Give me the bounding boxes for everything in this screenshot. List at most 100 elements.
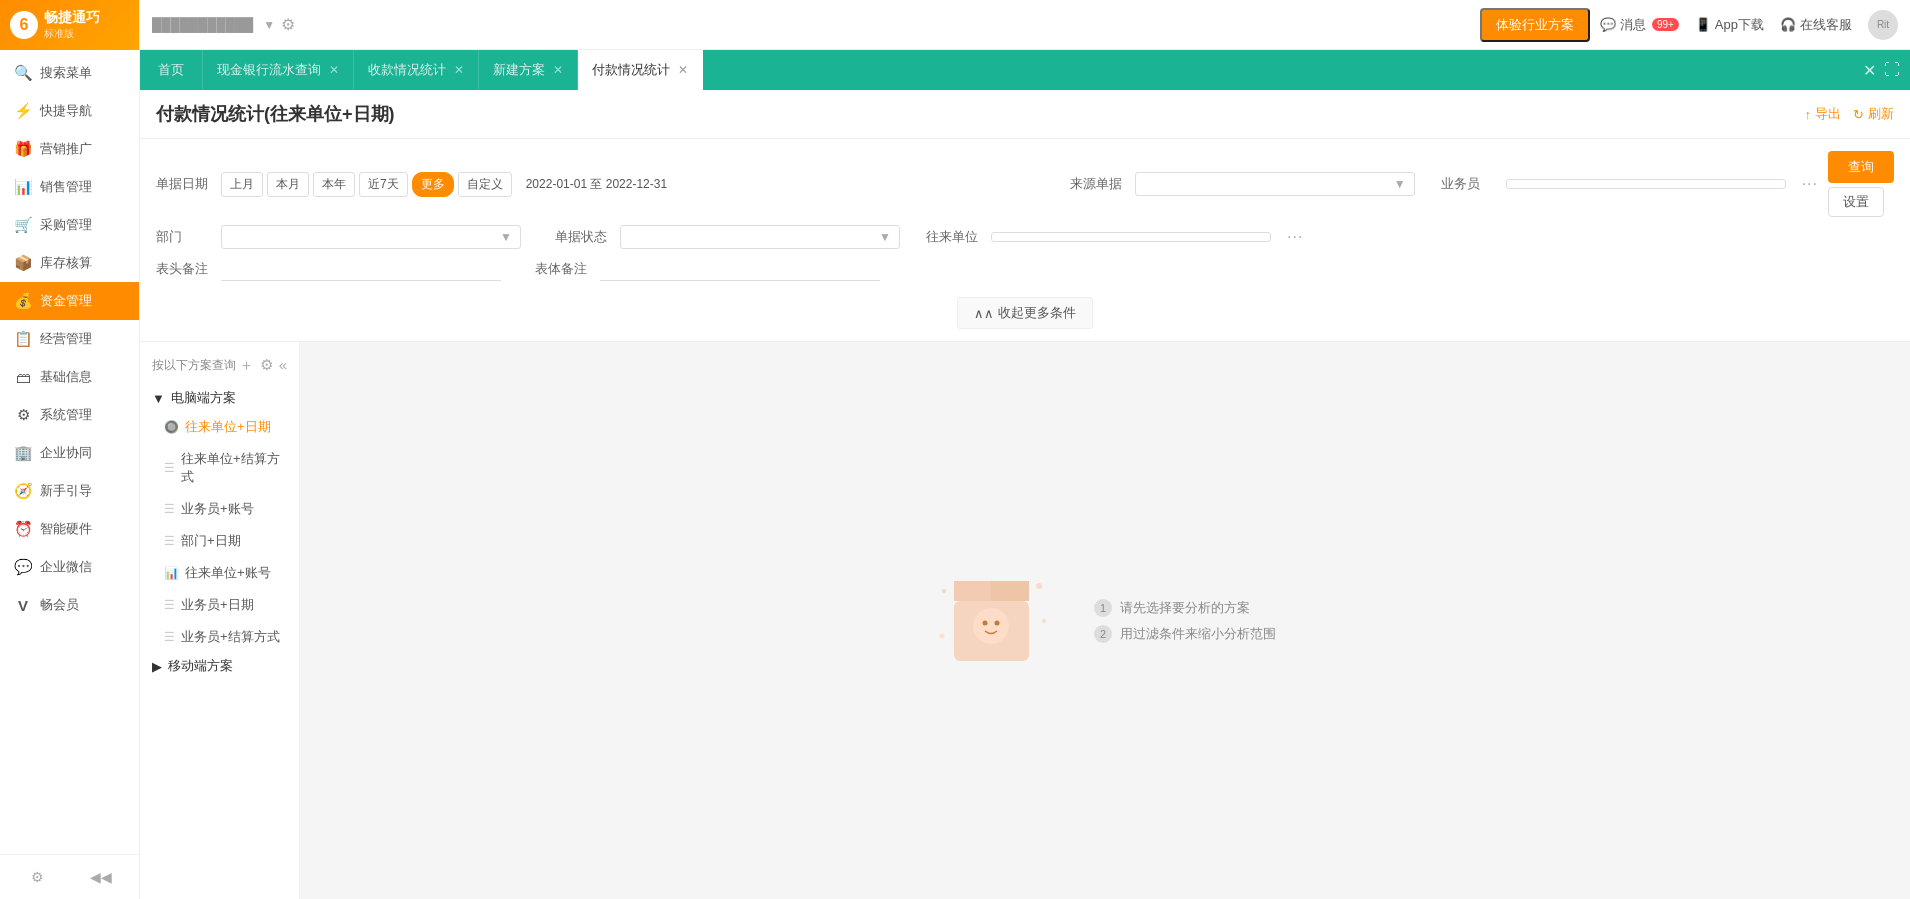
date-range-display: 2022-01-01 至 2022-12-31	[526, 176, 667, 193]
salesperson-select[interactable]	[1506, 179, 1786, 189]
sidebar-item-operations[interactable]: 📋 经营管理	[0, 320, 139, 358]
tab-home[interactable]: 首页	[140, 50, 203, 90]
tab-receipt-stats-close[interactable]: ✕	[454, 63, 464, 77]
date-btn-custom[interactable]: 自定义	[458, 172, 512, 197]
date-btn-this-year[interactable]: 本年	[313, 172, 355, 197]
basic-info-icon: 🗃	[14, 369, 32, 386]
trial-btn[interactable]: 体验行业方案	[1480, 8, 1590, 42]
salesperson-more-icon[interactable]: ···	[1802, 175, 1818, 193]
sidebar-item-hardware[interactable]: ⏰ 智能硬件	[0, 510, 139, 548]
tab-new-plan[interactable]: 新建方案 ✕	[479, 50, 578, 90]
sidebar-item-weixin[interactable]: 💬 企业微信	[0, 548, 139, 586]
scheme-item-radio-icon: 🔘	[164, 420, 179, 434]
scheme-item-salesperson-account[interactable]: ☰ 业务员+账号	[140, 493, 299, 525]
sidebar-item-marketing[interactable]: 🎁 营销推广	[0, 130, 139, 168]
dropdown-icon[interactable]: ▼	[263, 18, 275, 32]
scheme-section-desktop[interactable]: ▼ 电脑端方案	[140, 385, 299, 411]
top-gear-icon[interactable]: ⚙	[281, 15, 295, 34]
user-avatar[interactable]: Rit	[1868, 10, 1898, 40]
member-icon: V	[14, 597, 32, 614]
top-header-actions: 💬 消息 99+ 📱 App下载 🎧 在线客服 Rit	[1600, 10, 1898, 40]
tab-new-plan-label: 新建方案	[493, 61, 545, 79]
header-note-input[interactable]	[221, 257, 501, 281]
doc-status-select[interactable]: ▼	[620, 225, 900, 249]
body-note-input[interactable]	[600, 257, 880, 281]
date-buttons: 上月 本月 本年 近7天 更多 自定义	[221, 172, 512, 197]
funds-label: 资金管理	[40, 292, 92, 310]
purchase-icon: 🛒	[14, 216, 32, 234]
query-btn[interactable]: 查询	[1828, 151, 1894, 183]
source-label: 来源单据	[1070, 175, 1125, 193]
online-service-label: 在线客服	[1800, 16, 1852, 34]
sidebar-item-inventory[interactable]: 📦 库存核算	[0, 244, 139, 282]
messages-action[interactable]: 💬 消息 99+	[1600, 16, 1679, 34]
scheme-item-salesperson-date[interactable]: ☰ 业务员+日期	[140, 589, 299, 621]
refresh-icon: ↻	[1853, 107, 1864, 122]
step-2-text: 用过滤条件来缩小分析范围	[1120, 625, 1276, 643]
tab-maximize[interactable]: ⛶	[1884, 61, 1900, 79]
inventory-icon: 📦	[14, 254, 32, 272]
sidebar-item-quick-nav[interactable]: ⚡ 快捷导航	[0, 92, 139, 130]
date-btn-7days[interactable]: 近7天	[359, 172, 408, 197]
tab-bank-flow-close[interactable]: ✕	[329, 63, 339, 77]
avatar-text: Rit	[1877, 19, 1889, 30]
dept-label: 部门	[156, 228, 211, 246]
sidebar-item-enterprise[interactable]: 🏢 企业协同	[0, 434, 139, 472]
date-btn-last-month[interactable]: 上月	[221, 172, 263, 197]
scheme-item-salesperson-settle-label: 业务员+结算方式	[181, 628, 280, 646]
tab-bar: 首页 现金银行流水查询 ✕ 收款情况统计 ✕ 新建方案 ✕ 付款情况统计 ✕ ✕…	[140, 50, 1910, 90]
source-select[interactable]: ▼	[1135, 172, 1415, 196]
sidebar-item-system[interactable]: ⚙ 系统管理	[0, 396, 139, 434]
partner-more-icon[interactable]: ···	[1287, 228, 1303, 246]
date-btn-more[interactable]: 更多	[412, 172, 454, 197]
date-btn-this-month[interactable]: 本月	[267, 172, 309, 197]
scheme-panel-title: 按以下方案查询	[152, 357, 236, 374]
refresh-btn[interactable]: ↻ 刷新	[1853, 105, 1894, 123]
scheme-item-partner-date[interactable]: 🔘 往来单位+日期	[140, 411, 299, 443]
dept-select[interactable]: ▼	[221, 225, 521, 249]
scheme-item-salesperson-settle[interactable]: ☰ 业务员+结算方式	[140, 621, 299, 653]
tab-receipt-stats[interactable]: 收款情况统计 ✕	[354, 50, 479, 90]
export-icon: ↑	[1805, 107, 1812, 122]
scheme-item-dept-date[interactable]: ☰ 部门+日期	[140, 525, 299, 557]
online-service-action[interactable]: 🎧 在线客服	[1780, 16, 1852, 34]
scheme-section-mobile[interactable]: ▶ 移动端方案	[140, 653, 299, 679]
tab-bank-flow[interactable]: 现金银行流水查询 ✕	[203, 50, 354, 90]
step-1-text: 请先选择要分析的方案	[1120, 599, 1250, 617]
query-wrap: 查询 设置	[1828, 151, 1894, 217]
sidebar-collapse-btn[interactable]: ◀◀	[74, 863, 130, 891]
tab-payment-stats[interactable]: 付款情况统计 ✕	[578, 50, 703, 90]
scheme-item-salesperson-account-label: 业务员+账号	[181, 500, 254, 518]
sidebar-item-purchase[interactable]: 🛒 采购管理	[0, 206, 139, 244]
sidebar-item-member[interactable]: V 畅会员	[0, 586, 139, 624]
sidebar-item-search-menu[interactable]: 🔍 搜索菜单	[0, 54, 139, 92]
filter-area: 单据日期 上月 本月 本年 近7天 更多 自定义 2022-01-01 至 20…	[140, 139, 1910, 342]
collapse-btn-label: 收起更多条件	[998, 304, 1076, 322]
tab-new-plan-close[interactable]: ✕	[553, 63, 563, 77]
desktop-section-label: 电脑端方案	[171, 389, 236, 407]
scheme-settings-icon[interactable]: ⚙	[260, 356, 273, 375]
tab-payment-stats-close[interactable]: ✕	[678, 63, 688, 77]
sidebar-brand: 畅捷通巧	[44, 9, 100, 27]
scheme-item-partner-settle[interactable]: ☰ 往来单位+结算方式	[140, 443, 299, 493]
sidebar-item-funds[interactable]: 💰 资金管理	[0, 282, 139, 320]
sales-label: 销售管理	[40, 178, 92, 196]
app-download-action[interactable]: 📱 App下载	[1695, 16, 1764, 34]
sidebar-item-guide[interactable]: 🧭 新手引导	[0, 472, 139, 510]
tab-close-all[interactable]: ✕	[1863, 61, 1876, 80]
partner-select[interactable]	[991, 232, 1271, 242]
collapse-btn[interactable]: ∧∧ 收起更多条件	[957, 297, 1093, 329]
sidebar-item-basic-info[interactable]: 🗃 基础信息	[0, 358, 139, 396]
scheme-item-list-icon-4: ☰	[164, 598, 175, 612]
basic-info-label: 基础信息	[40, 368, 92, 386]
sidebar-settings-btn[interactable]: ⚙	[10, 863, 66, 891]
sidebar-item-sales[interactable]: 📊 销售管理	[0, 168, 139, 206]
scheme-collapse-icon[interactable]: «	[279, 356, 287, 375]
scheme-add-icon[interactable]: ＋	[239, 356, 254, 375]
settings-btn[interactable]: 设置	[1828, 187, 1884, 217]
purchase-label: 采购管理	[40, 216, 92, 234]
guide-icon: 🧭	[14, 482, 32, 500]
scheme-item-partner-account[interactable]: 📊 往来单位+账号	[140, 557, 299, 589]
export-btn[interactable]: ↑ 导出	[1805, 105, 1842, 123]
sidebar-collapse-icon: ◀◀	[90, 869, 112, 885]
